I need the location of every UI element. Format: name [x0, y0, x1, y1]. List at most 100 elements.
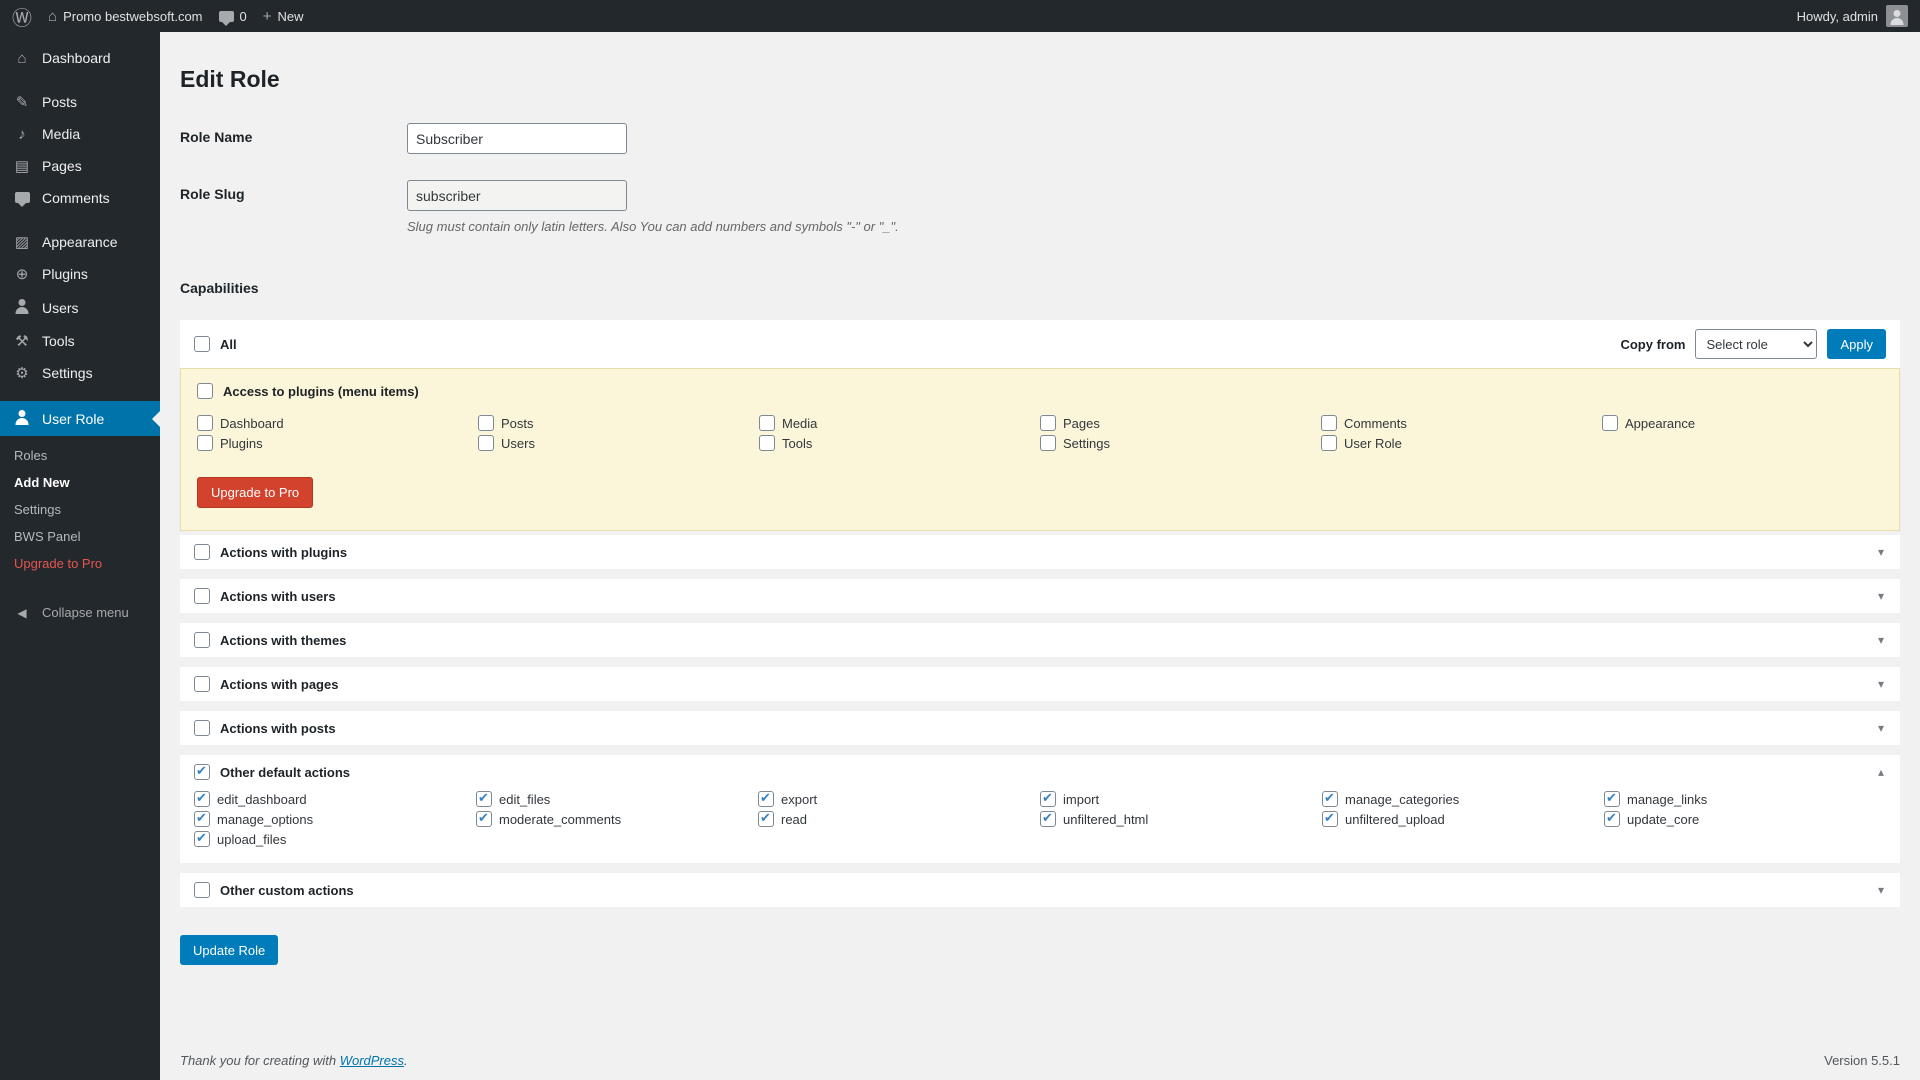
sidebar-item-label: Plugins	[42, 266, 88, 282]
all-checkbox[interactable]	[194, 336, 210, 352]
comments-bubble-icon	[218, 10, 234, 26]
settings-access-checkbox[interactable]	[1040, 435, 1056, 451]
actions-with-themes-checkbox[interactable]	[194, 632, 210, 648]
capabilities-heading: Capabilities	[180, 280, 259, 296]
update-role-button[interactable]: Update Role	[180, 935, 279, 965]
admin-bar-new[interactable]: + New	[263, 0, 304, 32]
unfiltered-html-checkbox[interactable]	[1040, 810, 1056, 827]
plugin-access-item: Plugins	[197, 435, 478, 451]
capability-item: export	[758, 790, 1040, 807]
sidebar-item-label: Comments	[42, 190, 110, 206]
capability-item: edit_files	[476, 790, 758, 807]
plugin-access-item: Appearance	[1602, 415, 1883, 431]
media-access-checkbox[interactable]	[759, 415, 775, 431]
edit-files-checkbox[interactable]	[476, 790, 492, 807]
tools-access-checkbox[interactable]	[759, 435, 775, 451]
sidebar-item-settings[interactable]: ⚙ Settings	[0, 357, 160, 389]
appearance-access-checkbox[interactable]	[1602, 415, 1618, 431]
section-actions-with-plugins: Actions with plugins ▾	[180, 535, 1900, 569]
upgrade-to-pro-button[interactable]: Upgrade to Pro	[197, 477, 314, 508]
sidebar-item-plugins[interactable]: ⊕ Plugins	[0, 258, 160, 290]
sidebar-item-comments[interactable]: Comments	[0, 182, 160, 214]
plugin-access-item: Posts	[478, 415, 759, 431]
actions-with-users-checkbox[interactable]	[194, 588, 210, 604]
moderate-comments-checkbox[interactable]	[476, 810, 492, 827]
users-icon	[12, 298, 32, 317]
dashboard-icon: ⌂	[17, 49, 27, 67]
copy-from-role-select[interactable]: Select role	[1695, 329, 1818, 359]
edit-dashboard-checkbox[interactable]	[194, 790, 210, 807]
site-name-label: Promo bestwebsoft.com	[63, 8, 203, 24]
unfiltered-upload-checkbox[interactable]	[1322, 810, 1338, 827]
manage-options-checkbox[interactable]	[194, 810, 210, 827]
plugins-menu-access-checkbox[interactable]	[197, 435, 213, 451]
plugin-access-item: Settings	[1040, 435, 1321, 451]
admin-bar-account[interactable]: Howdy, admin	[1797, 5, 1908, 27]
manage-categories-checkbox[interactable]	[1322, 790, 1338, 807]
submenu-item-roles[interactable]: Roles	[0, 442, 160, 469]
export-checkbox[interactable]	[758, 790, 774, 807]
collapse-menu-button[interactable]: ◀ Collapse menu	[0, 597, 160, 628]
sidebar-item-media[interactable]: ♪ Media	[0, 118, 160, 150]
sidebar-item-dashboard[interactable]: ⌂ Dashboard	[0, 42, 160, 74]
chevron-down-icon[interactable]: ▾	[1878, 589, 1884, 603]
chevron-down-icon[interactable]: ▾	[1878, 633, 1884, 647]
role-name-row: Role Name	[180, 123, 1900, 154]
chevron-up-icon[interactable]: ▴	[1878, 765, 1884, 779]
admin-bar-comments[interactable]: 0	[218, 0, 247, 32]
role-slug-input[interactable]	[407, 180, 627, 211]
pages-access-checkbox[interactable]	[1040, 415, 1056, 431]
import-checkbox[interactable]	[1040, 790, 1056, 807]
capability-item: manage_categories	[1322, 790, 1604, 807]
actions-with-posts-checkbox[interactable]	[194, 720, 210, 736]
section-actions-with-pages: Actions with pages ▾	[180, 667, 1900, 701]
posts-access-checkbox[interactable]	[478, 415, 494, 431]
capability-item: edit_dashboard	[194, 790, 476, 807]
manage-links-checkbox[interactable]	[1604, 790, 1620, 807]
sidebar-item-user-role[interactable]: User Role	[0, 401, 160, 436]
sidebar-item-tools[interactable]: ⚒ Tools	[0, 325, 160, 357]
section-other-custom-actions: Other custom actions ▾	[180, 873, 1900, 907]
wordpress-logo-menu[interactable]: Ⓦ	[12, 0, 32, 32]
site-name-link[interactable]: ⌂ Promo bestwebsoft.com	[48, 0, 203, 32]
users-access-checkbox[interactable]	[478, 435, 494, 451]
submenu-item-add-new[interactable]: Add New	[0, 469, 160, 496]
dashboard-access-checkbox[interactable]	[197, 415, 213, 431]
capability-item: upload_files	[194, 830, 476, 847]
actions-with-pages-checkbox[interactable]	[194, 676, 210, 692]
sidebar-item-pages[interactable]: ▤ Pages	[0, 150, 160, 182]
collapse-arrow-icon: ◀	[17, 605, 27, 620]
chevron-down-icon[interactable]: ▾	[1878, 721, 1884, 735]
sidebar-item-posts[interactable]: ✎ Posts	[0, 86, 160, 118]
role-slug-label: Role Slug	[180, 186, 245, 202]
sidebar-item-appearance[interactable]: ▨ Appearance	[0, 226, 160, 258]
comments-icon	[12, 191, 32, 207]
all-label: All	[220, 336, 237, 352]
chevron-down-icon[interactable]: ▾	[1878, 883, 1884, 897]
other-default-actions-checkbox[interactable]	[194, 763, 210, 780]
posts-icon: ✎	[15, 93, 29, 111]
user-role-access-checkbox[interactable]	[1321, 435, 1337, 451]
plugins-access-checkbox[interactable]	[197, 383, 213, 399]
comments-access-checkbox[interactable]	[1321, 415, 1337, 431]
user-role-submenu: Roles Add New Settings BWS Panel Upgrade…	[0, 442, 160, 583]
update-core-checkbox[interactable]	[1604, 810, 1620, 827]
sidebar-item-label: Pages	[42, 158, 82, 174]
chevron-down-icon[interactable]: ▾	[1878, 677, 1884, 691]
sidebar-item-label: Media	[42, 126, 81, 142]
copy-from-controls: Copy from Select role Apply	[1620, 329, 1886, 359]
submenu-item-settings[interactable]: Settings	[0, 496, 160, 523]
apply-button[interactable]: Apply	[1827, 329, 1886, 359]
submenu-item-upgrade-to-pro[interactable]: Upgrade to Pro	[0, 550, 160, 577]
submenu-item-bws-panel[interactable]: BWS Panel	[0, 523, 160, 550]
actions-with-plugins-checkbox[interactable]	[194, 544, 210, 560]
sidebar-item-users[interactable]: Users	[0, 290, 160, 325]
howdy-label: Howdy, admin	[1796, 8, 1878, 24]
upload-files-checkbox[interactable]	[194, 830, 210, 847]
role-name-input[interactable]	[407, 123, 627, 154]
read-checkbox[interactable]	[758, 810, 774, 827]
new-label: New	[277, 8, 304, 24]
other-custom-actions-checkbox[interactable]	[194, 882, 210, 898]
wordpress-link[interactable]: WordPress	[340, 1053, 404, 1068]
chevron-down-icon[interactable]: ▾	[1878, 545, 1884, 559]
